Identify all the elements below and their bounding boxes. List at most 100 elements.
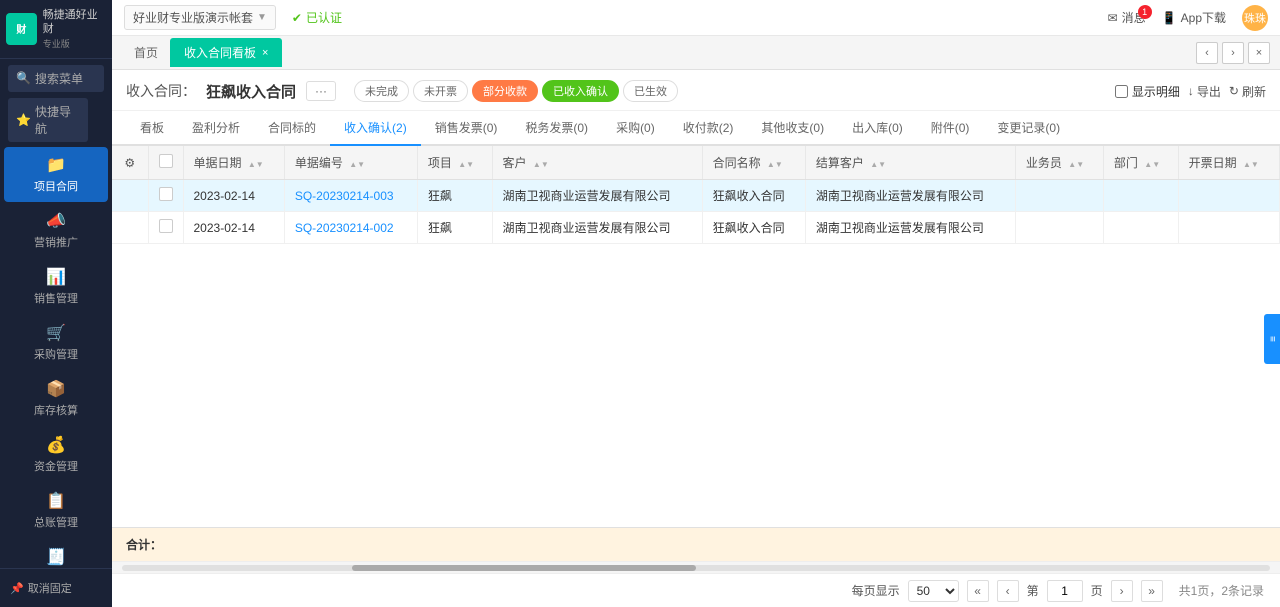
header-checkbox[interactable] xyxy=(159,154,173,168)
first-page-button[interactable]: « xyxy=(967,580,989,602)
row-checkbox[interactable] xyxy=(159,219,173,233)
company-selector[interactable]: 好业财专业版演示帐套 ▼ xyxy=(124,5,276,30)
home-tab[interactable]: 首页 xyxy=(122,38,170,67)
show-detail-checkbox[interactable] xyxy=(1115,85,1128,98)
status-effective[interactable]: 已生效 xyxy=(623,80,678,102)
tab-revenue-confirm[interactable]: 收入确认(2) xyxy=(330,111,421,146)
col-settings-header[interactable]: ⚙ xyxy=(112,146,148,180)
col-contract-header[interactable]: 合同名称 ▲▼ xyxy=(702,146,805,180)
row-checkbox-cell[interactable] xyxy=(148,212,183,244)
page-input[interactable] xyxy=(1047,580,1083,602)
ledger-icon: 📋 xyxy=(46,491,66,511)
tab-payment[interactable]: 收付款(2) xyxy=(669,111,748,146)
sort-customer-icon[interactable]: ▲▼ xyxy=(533,160,549,169)
app-download-label: App下载 xyxy=(1181,9,1226,26)
col-checkbox-header[interactable] xyxy=(148,146,183,180)
sidebar-item-inventory[interactable]: 📦 库存核算 xyxy=(4,371,108,426)
sidebar-item-marketing[interactable]: 📣 营销推广 xyxy=(4,203,108,258)
sort-contract-icon[interactable]: ▲▼ xyxy=(767,160,783,169)
tab-next-button[interactable]: › xyxy=(1222,42,1244,64)
next-page-button[interactable]: › xyxy=(1111,580,1133,602)
sort-number-icon[interactable]: ▲▼ xyxy=(349,160,365,169)
col-department-header[interactable]: 部门 ▲▼ xyxy=(1103,146,1178,180)
content: 收入合同： 狂飙收入合同 ··· 未完成 未开票 部分收款 已收入确认 已生效 … xyxy=(112,70,1280,607)
sidebar-item-funds[interactable]: 💰 资金管理 xyxy=(4,427,108,482)
status-uninvoiced[interactable]: 未开票 xyxy=(413,80,468,102)
row-number[interactable]: SQ-20230214-002 xyxy=(284,212,417,244)
sort-project-icon[interactable]: ▲▼ xyxy=(458,160,474,169)
row-salesman xyxy=(1015,212,1103,244)
message-action[interactable]: ✉ 1 消息 xyxy=(1108,9,1146,26)
tab-other-income[interactable]: 其他收支(0) xyxy=(747,111,838,146)
unpin-button[interactable]: 📌 取消固定 xyxy=(6,575,106,601)
sidebar-item-label-sales: 销售管理 xyxy=(34,290,78,306)
col-open-date-header[interactable]: 开票日期 ▲▼ xyxy=(1178,146,1279,180)
tab-nav-buttons: ‹ › × xyxy=(1196,42,1270,64)
tab-attachment[interactable]: 附件(0) xyxy=(917,111,984,146)
sidebar-item-label-funds: 资金管理 xyxy=(34,458,78,474)
sidebar-item-purchase[interactable]: 🛒 采购管理 xyxy=(4,315,108,370)
user-avatar[interactable]: 珠珠 xyxy=(1242,5,1268,31)
sort-date-icon[interactable]: ▲▼ xyxy=(248,160,264,169)
tab-profit[interactable]: 盈利分析 xyxy=(178,111,254,146)
export-button[interactable]: ↓ 导出 xyxy=(1188,83,1221,100)
home-label: 首页 xyxy=(134,46,158,60)
doc-number-link[interactable]: SQ-20230214-003 xyxy=(295,189,394,203)
table-row[interactable]: 2023-02-14 SQ-20230214-002 狂飙 湖南卫视商业运营发展… xyxy=(112,212,1280,244)
more-button[interactable]: ··· xyxy=(306,81,336,101)
status-confirmed[interactable]: 已收入确认 xyxy=(542,80,619,102)
sidebar-item-ledger[interactable]: 📋 总账管理 xyxy=(4,483,108,538)
sidebar-item-invoice[interactable]: 🧾 发票管理 xyxy=(4,539,108,568)
row-checkbox-cell[interactable] xyxy=(148,180,183,212)
doc-number-link[interactable]: SQ-20230214-002 xyxy=(295,221,394,235)
row-billing-customer: 湖南卫视商业运营发展有限公司 xyxy=(805,180,1015,212)
col-number-header[interactable]: 单据编号 ▲▼ xyxy=(284,146,417,180)
status-partial-receipt[interactable]: 部分收款 xyxy=(472,80,538,102)
message-icon: ✉ xyxy=(1108,11,1118,25)
col-date-header[interactable]: 单据日期 ▲▼ xyxy=(183,146,284,180)
sort-open-date-icon[interactable]: ▲▼ xyxy=(1243,160,1259,169)
table-row[interactable]: 2023-02-14 SQ-20230214-003 狂飙 湖南卫视商业运营发展… xyxy=(112,180,1280,212)
sort-salesman-icon[interactable]: ▲▼ xyxy=(1068,160,1084,169)
sort-dept-icon[interactable]: ▲▼ xyxy=(1144,160,1160,169)
col-salesman-header[interactable]: 业务员 ▲▼ xyxy=(1015,146,1103,180)
side-panel-toggle[interactable]: ≡ xyxy=(1264,314,1280,364)
contract-dashboard-tab[interactable]: 收入合同看板 × xyxy=(170,38,282,67)
sidebar-nav: 📁 项目合同 📣 营销推广 📊 销售管理 🛒 采购管理 📦 库存核算 💰 资金管… xyxy=(0,146,112,568)
show-detail-checkbox-label[interactable]: 显示明细 xyxy=(1115,83,1180,100)
tab-change-log[interactable]: 变更记录(0) xyxy=(983,111,1074,146)
tab-close-icon[interactable]: × xyxy=(262,47,268,59)
tab-close-button[interactable]: × xyxy=(1248,42,1270,64)
tab-purchase[interactable]: 采购(0) xyxy=(602,111,669,146)
prev-page-button[interactable]: ‹ xyxy=(997,580,1019,602)
funds-icon: 💰 xyxy=(46,435,66,455)
tab-tax-invoice[interactable]: 税务发票(0) xyxy=(511,111,602,146)
sidebar-item-sales[interactable]: 📊 销售管理 xyxy=(4,259,108,314)
refresh-button[interactable]: ↻ 刷新 xyxy=(1229,83,1266,100)
inner-tabs: 看板 盈利分析 合同标的 收入确认(2) 销售发票(0) 税务发票(0) 采购(… xyxy=(112,111,1280,146)
last-page-button[interactable]: » xyxy=(1141,580,1163,602)
col-project-header[interactable]: 项目 ▲▼ xyxy=(417,146,492,180)
page-size-select[interactable]: 50 20 100 xyxy=(908,580,959,602)
quick-nav-button[interactable]: ⭐ 快捷导航 xyxy=(8,98,88,142)
col-billing-customer-header[interactable]: 结算客户 ▲▼ xyxy=(805,146,1015,180)
app-download-action[interactable]: 📱 App下载 xyxy=(1162,9,1226,26)
tab-sales-invoice[interactable]: 销售发票(0) xyxy=(421,111,512,146)
row-number[interactable]: SQ-20230214-003 xyxy=(284,180,417,212)
search-menu-button[interactable]: 🔍 搜索菜单 xyxy=(8,65,104,92)
tab-warehouse[interactable]: 出入库(0) xyxy=(838,111,917,146)
tabbar: 首页 收入合同看板 × ‹ › × xyxy=(112,36,1280,70)
horizontal-scrollbar[interactable] xyxy=(112,561,1280,573)
status-incomplete[interactable]: 未完成 xyxy=(354,80,409,102)
tab-prev-button[interactable]: ‹ xyxy=(1196,42,1218,64)
row-billing-customer: 湖南卫视商业运营发展有限公司 xyxy=(805,212,1015,244)
sort-billing-icon[interactable]: ▲▼ xyxy=(870,160,886,169)
row-checkbox[interactable] xyxy=(159,187,173,201)
col-customer-header[interactable]: 客户 ▲▼ xyxy=(492,146,702,180)
tab-subject[interactable]: 合同标的 xyxy=(254,111,330,146)
row-contract: 狂飙收入合同 xyxy=(702,180,805,212)
sidebar-item-project[interactable]: 📁 项目合同 xyxy=(4,147,108,202)
total-row: 合计： xyxy=(112,527,1280,561)
scrollbar-thumb[interactable] xyxy=(352,565,696,571)
tab-kanban[interactable]: 看板 xyxy=(126,111,178,146)
